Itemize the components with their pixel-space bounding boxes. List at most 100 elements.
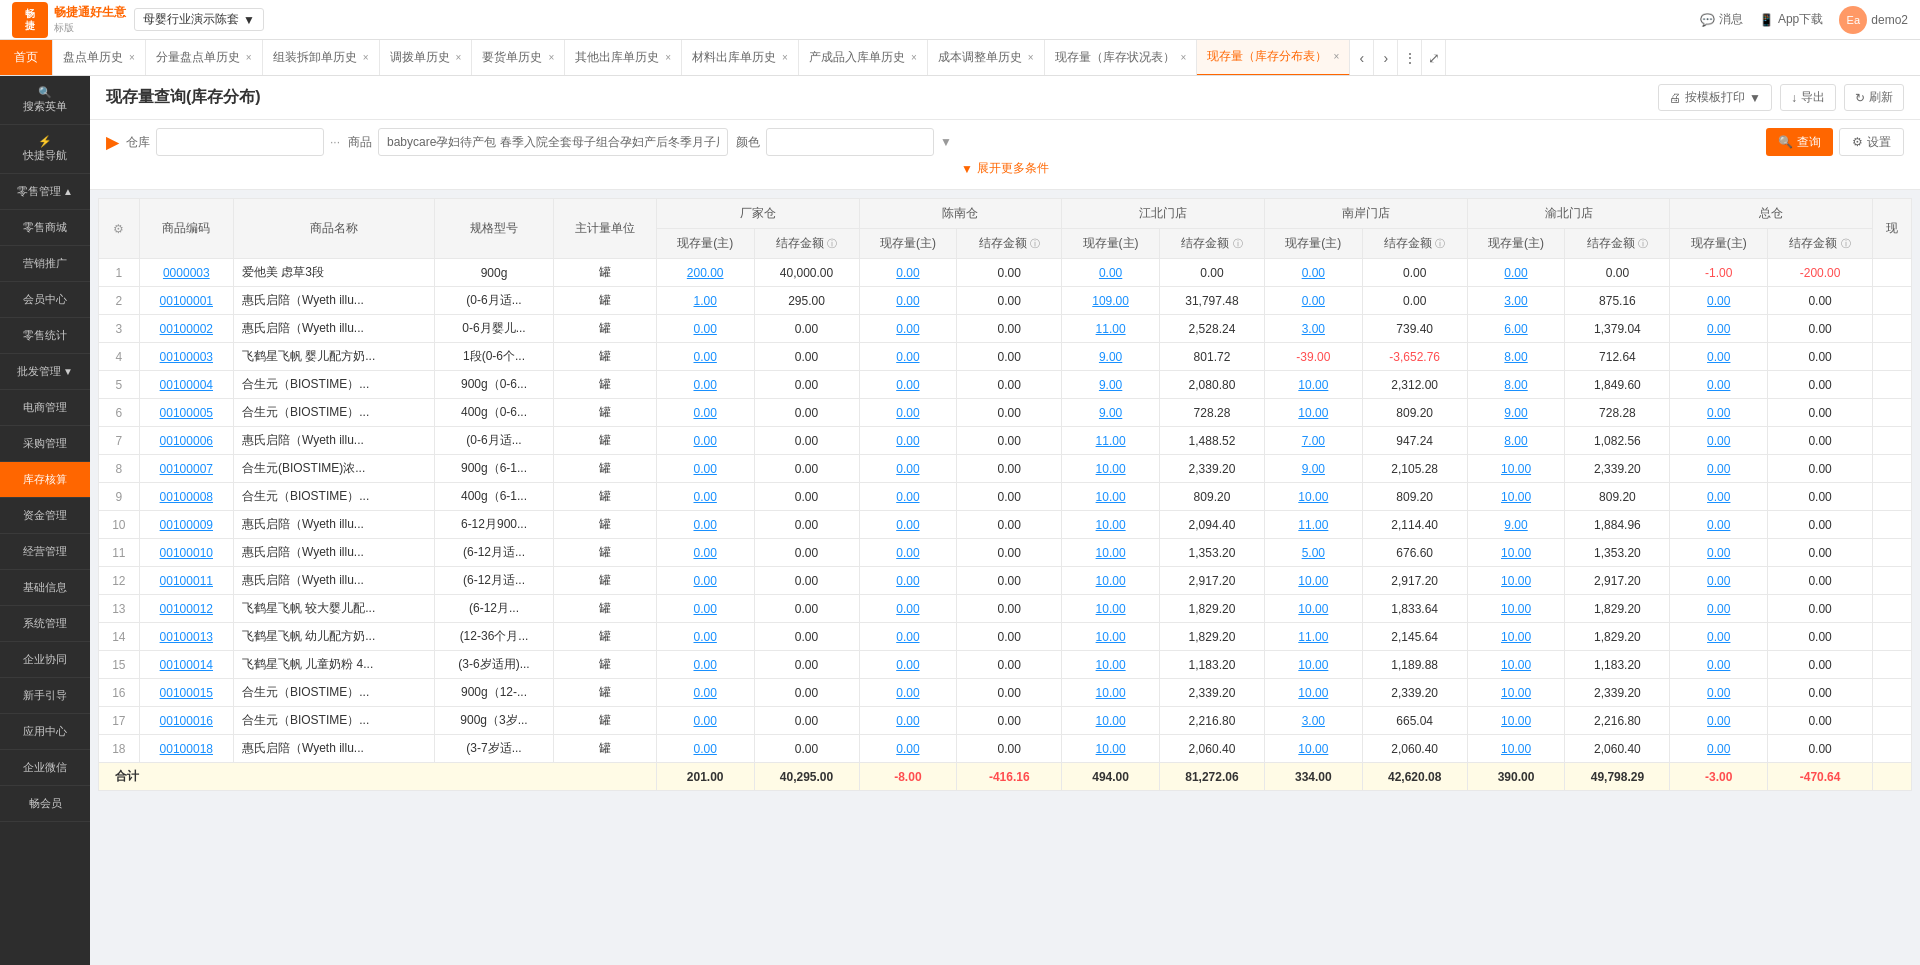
row-jb-stock: 9.00	[1062, 371, 1160, 399]
sidebar-item-system[interactable]: 系统管理	[0, 606, 90, 642]
summary-jb-amount: 81,272.06	[1160, 763, 1265, 791]
tab-stocktake[interactable]: 盘点单历史 ×	[53, 40, 146, 76]
sidebar-item-retail-mgmt[interactable]: 零售管理 ▲	[0, 174, 90, 210]
sidebar-item-retail-stats[interactable]: 零售统计	[0, 318, 90, 354]
sidebar-item-base[interactable]: 基础信息	[0, 570, 90, 606]
tab-home[interactable]: 首页	[0, 40, 53, 76]
warehouse-input[interactable]	[156, 128, 324, 156]
tab-other-out[interactable]: 其他出库单历史 ×	[565, 40, 682, 76]
sidebar-item-search[interactable]: 🔍 搜索英单	[0, 76, 90, 125]
tab-close-icon[interactable]: ×	[911, 52, 917, 63]
row-yb-stock: 8.00	[1467, 427, 1565, 455]
th-chennan-amount: 结存金额 ⓘ	[957, 229, 1062, 259]
search-btn[interactable]: 🔍 查询	[1766, 128, 1833, 156]
tab-nav-prev[interactable]: ‹	[1350, 40, 1374, 76]
filter-toggle-arrow[interactable]: ▶	[106, 133, 118, 152]
row-f-amount: 0.00	[754, 483, 859, 511]
table-row: 3 00100002 惠氏启陪（Wyeth illu... 0-6月婴儿... …	[99, 315, 1912, 343]
sidebar-item-app-center[interactable]: 应用中心	[0, 714, 90, 750]
tab-close-icon[interactable]: ×	[1028, 52, 1034, 63]
row-f-stock: 0.00	[656, 595, 754, 623]
row-cn-amount: 0.00	[957, 707, 1062, 735]
page-header: 现存量查询(库存分布) 🖨 按模板打印 ▼ ↓ 导出 ↻ 刷新	[90, 76, 1920, 120]
row-total-stock: 0.00	[1670, 343, 1768, 371]
search-icon: 🔍	[4, 86, 86, 99]
logo-area: 畅捷 畅捷通好生意 标版	[12, 2, 126, 38]
sidebar-item-member[interactable]: 会员中心	[0, 282, 90, 318]
tab-close-icon[interactable]: ×	[456, 52, 462, 63]
row-jb-stock: 10.00	[1062, 651, 1160, 679]
sidebar-item-purchase[interactable]: 采购管理	[0, 426, 90, 462]
product-input[interactable]	[378, 128, 728, 156]
tab-fullscreen[interactable]: ⤢	[1422, 40, 1446, 76]
app-download-btn[interactable]: 📱 App下载	[1759, 11, 1823, 28]
sidebar-item-wecom[interactable]: 企业微信	[0, 750, 90, 786]
sidebar-item-guide[interactable]: 新手引导	[0, 678, 90, 714]
sidebar-item-retail-store[interactable]: 零售商城	[0, 210, 90, 246]
message-btn[interactable]: 💬 消息	[1700, 11, 1743, 28]
tab-cost-adjust[interactable]: 成本调整单历史 ×	[928, 40, 1045, 76]
row-yb-stock: 9.00	[1467, 399, 1565, 427]
summary-f-amount: 40,295.00	[754, 763, 859, 791]
dropdown-arrow: ▼	[1749, 91, 1761, 105]
tab-close-icon[interactable]: ×	[129, 52, 135, 63]
expand-conditions[interactable]: ▼ 展开更多条件	[106, 156, 1904, 181]
tab-finished-in[interactable]: 产成品入库单历史 ×	[799, 40, 928, 76]
sidebar-item-ecommerce[interactable]: 电商管理	[0, 390, 90, 426]
row-cn-amount: 0.00	[957, 623, 1062, 651]
row-na-amount: 1,189.88	[1362, 651, 1467, 679]
sidebar-item-ops[interactable]: 经营管理	[0, 534, 90, 570]
row-total-stock: 0.00	[1670, 287, 1768, 315]
row-total-amount: 0.00	[1768, 343, 1873, 371]
tab-nav-next[interactable]: ›	[1374, 40, 1398, 76]
sidebar-item-company-coop[interactable]: 企业协同	[0, 642, 90, 678]
refresh-btn[interactable]: ↻ 刷新	[1844, 84, 1904, 111]
row-extra	[1873, 455, 1912, 483]
sidebar-item-marketing[interactable]: 营销推广	[0, 246, 90, 282]
row-index: 17	[99, 707, 140, 735]
sidebar-item-finance[interactable]: 资金管理	[0, 498, 90, 534]
tab-close-icon[interactable]: ×	[548, 52, 554, 63]
row-cn-stock: 0.00	[859, 371, 957, 399]
tab-nav-more[interactable]: ⋮	[1398, 40, 1422, 76]
row-jb-stock: 9.00	[1062, 399, 1160, 427]
expand-label: 展开更多条件	[977, 160, 1049, 177]
tab-requisition[interactable]: 要货单历史 ×	[472, 40, 565, 76]
tab-combo[interactable]: 组装拆卸单历史 ×	[263, 40, 380, 76]
settings-btn[interactable]: ⚙ 设置	[1839, 128, 1904, 156]
tab-close-icon[interactable]: ×	[246, 52, 252, 63]
info-icon: ⓘ	[1841, 238, 1851, 249]
sidebar-item-wholesale[interactable]: 批发管理 ▼	[0, 354, 90, 390]
row-code: 00100006	[139, 427, 233, 455]
company-selector[interactable]: 母婴行业演示陈套 ▼	[134, 8, 264, 31]
row-code: 00100012	[139, 595, 233, 623]
tab-close-icon[interactable]: ×	[1181, 52, 1187, 63]
row-code: 00100002	[139, 315, 233, 343]
tab-close-icon[interactable]: ×	[665, 52, 671, 63]
sidebar-item-quick-nav[interactable]: ⚡ 快捷导航	[0, 125, 90, 174]
tab-close-icon[interactable]: ×	[363, 52, 369, 63]
tab-close-icon[interactable]: ×	[1333, 51, 1339, 62]
user-area[interactable]: Ea demo2	[1839, 6, 1908, 34]
print-btn[interactable]: 🖨 按模板打印 ▼	[1658, 84, 1772, 111]
warehouse-dots[interactable]: ···	[330, 135, 340, 149]
color-dropdown-icon[interactable]: ▼	[940, 135, 952, 149]
color-input[interactable]	[766, 128, 934, 156]
row-unit: 罐	[553, 315, 656, 343]
info-icon: ⓘ	[1638, 238, 1648, 249]
row-jb-stock: 0.00	[1062, 259, 1160, 287]
arrow-icon: ▼	[63, 366, 73, 377]
sidebar-item-super-member[interactable]: 畅会员	[0, 786, 90, 822]
tab-material-out[interactable]: 材料出库单历史 ×	[682, 40, 799, 76]
refresh-icon: ↻	[1855, 91, 1865, 105]
sidebar-item-inventory[interactable]: 库存核算	[0, 462, 90, 498]
tab-close-icon[interactable]: ×	[782, 52, 788, 63]
export-btn[interactable]: ↓ 导出	[1780, 84, 1836, 111]
tab-branch-stocktake[interactable]: 分量盘点单历史 ×	[146, 40, 263, 76]
tab-transfer[interactable]: 调拨单历史 ×	[380, 40, 473, 76]
tab-stock-status[interactable]: 现存量（库存状况表） ×	[1045, 40, 1198, 76]
settings-gear-icon[interactable]: ⚙	[113, 222, 124, 236]
row-name: 合生元(BIOSTIME)浓...	[233, 455, 434, 483]
tab-stock-dist[interactable]: 现存量（库存分布表） ×	[1197, 40, 1350, 76]
tab-label: 要货单历史	[482, 49, 542, 66]
